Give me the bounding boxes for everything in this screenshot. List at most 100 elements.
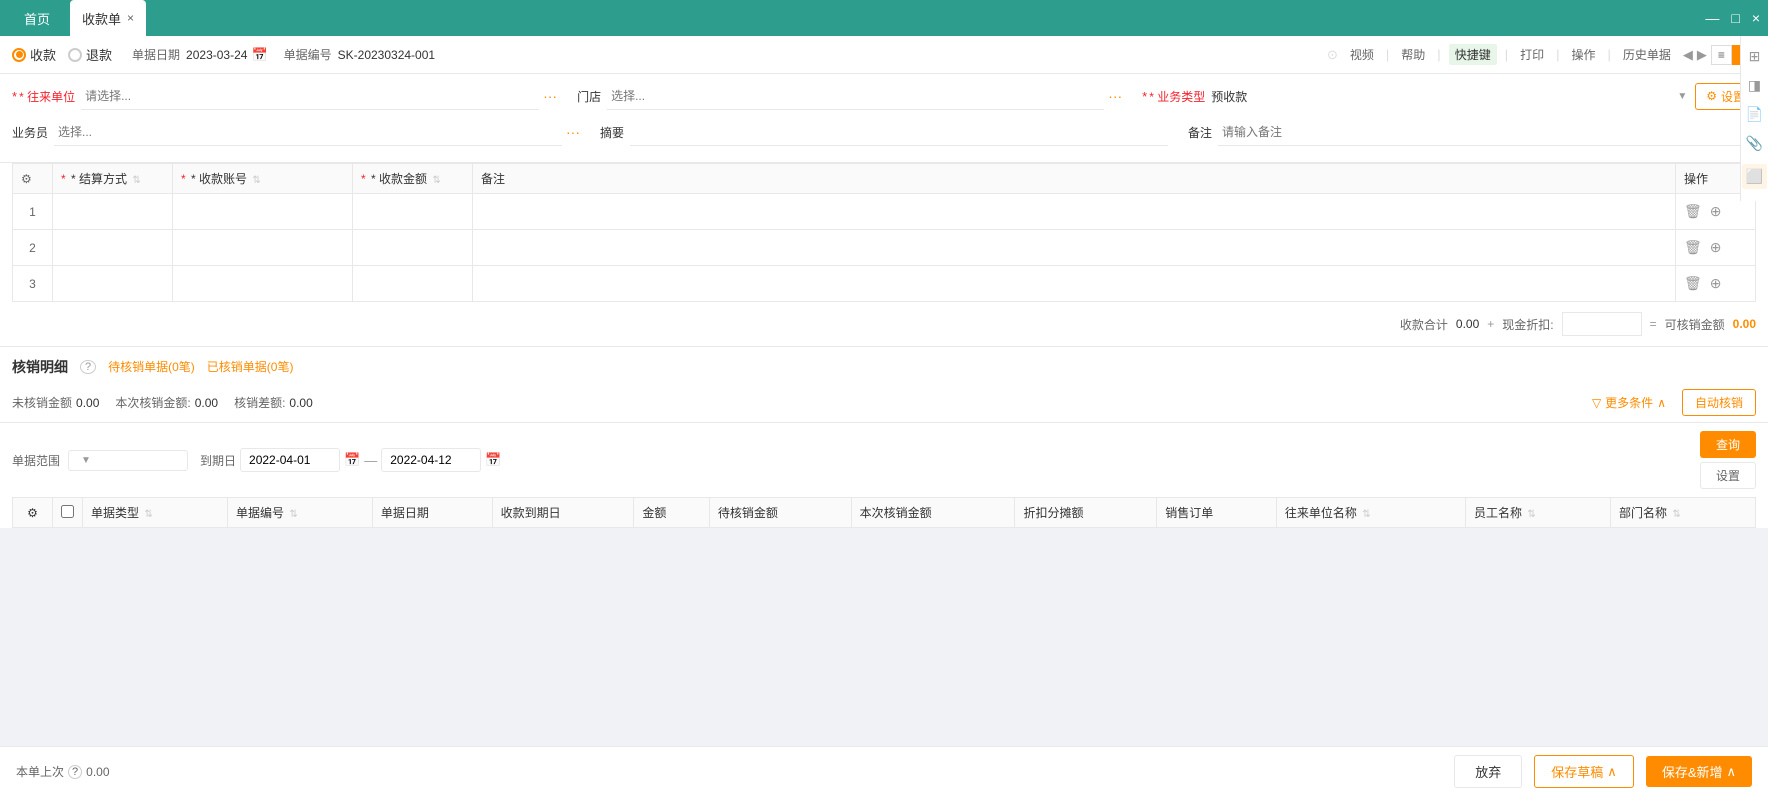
sidebar-doc-icon[interactable]: 📄: [1746, 106, 1763, 123]
layout-list-btn[interactable]: ≡: [1711, 45, 1732, 65]
row3-method[interactable]: [53, 266, 173, 302]
row3-method-input[interactable]: [53, 266, 172, 301]
discount-label: 现金折扣:: [1502, 316, 1553, 333]
row2-ops: 🗑 ⊕: [1676, 230, 1756, 266]
history-link[interactable]: 历史单据: [1619, 46, 1675, 63]
th-amount: * * 收款金额 ⇅: [353, 164, 473, 194]
row1-remark[interactable]: [473, 194, 1676, 230]
row2-copy-icon[interactable]: ⊕: [1710, 239, 1722, 256]
calendar-icon[interactable]: 📅: [251, 47, 267, 63]
row3-account-input[interactable]: [173, 266, 352, 301]
remark-input[interactable]: [1218, 118, 1756, 146]
th-check[interactable]: ⚙: [13, 498, 53, 528]
nav-next[interactable]: ▶: [1697, 47, 1707, 63]
row2-account[interactable]: [173, 230, 353, 266]
row3-account[interactable]: [173, 266, 353, 302]
radio-receive[interactable]: 收款: [12, 45, 56, 64]
row2-amount-input[interactable]: [353, 230, 472, 265]
biztype-value: 预收款: [1211, 88, 1673, 105]
done-tab[interactable]: 已核销单据(0笔): [207, 358, 294, 376]
discount-input[interactable]: [1562, 312, 1642, 336]
save-new-arrow-icon: ∧: [1726, 764, 1736, 780]
row1-copy-icon[interactable]: ⊕: [1710, 203, 1722, 220]
abandon-button[interactable]: 放弃: [1454, 755, 1522, 788]
save-draft-button[interactable]: 保存草稿 ∧: [1534, 755, 1634, 788]
uncleared-value: 0.00: [76, 396, 99, 410]
row2-account-input[interactable]: [173, 230, 352, 265]
sidebar-clip-icon[interactable]: 📎: [1746, 135, 1763, 152]
writeoff-help-icon[interactable]: ?: [80, 360, 96, 374]
row2-remark-input[interactable]: [473, 230, 1675, 265]
col-account-label: * 收款账号: [191, 172, 247, 186]
row3-delete-icon[interactable]: 🗑: [1684, 275, 1702, 292]
sidebar-table-icon[interactable]: ⊞: [1749, 48, 1761, 65]
row2-amount[interactable]: [353, 230, 473, 266]
store-input[interactable]: [607, 82, 1104, 110]
tab-current[interactable]: 收款单 ×: [70, 0, 146, 36]
row2-remark[interactable]: [473, 230, 1676, 266]
row2-method-input[interactable]: [53, 230, 172, 265]
row3-remark[interactable]: [473, 266, 1676, 302]
cal-start-icon[interactable]: 📅: [344, 452, 360, 468]
counterpart-input[interactable]: [81, 82, 539, 110]
carry-help-icon[interactable]: ?: [68, 765, 82, 779]
more-conditions-btn[interactable]: ▽ 更多条件 ∧: [1592, 394, 1666, 411]
row2-delete-icon[interactable]: 🗑: [1684, 239, 1702, 256]
ops-link[interactable]: 操作: [1568, 46, 1600, 63]
row1-account[interactable]: [173, 194, 353, 230]
th-gear[interactable]: ⚙: [13, 164, 53, 194]
minimize-button[interactable]: —: [1705, 10, 1719, 26]
video-link[interactable]: 视频: [1346, 46, 1378, 63]
row1-method[interactable]: [53, 194, 173, 230]
tab-close-icon[interactable]: ×: [127, 11, 134, 25]
th-checkbox-col[interactable]: [53, 498, 83, 528]
col-discount-label: 折扣分摊额: [1023, 506, 1083, 520]
pending-tab[interactable]: 待核销单据(0笔): [108, 358, 195, 376]
print-link[interactable]: 打印: [1516, 46, 1548, 63]
staff-label: 业务员: [12, 124, 48, 141]
counterpart-more-btn[interactable]: ···: [543, 88, 557, 104]
row1-method-input[interactable]: [53, 194, 172, 229]
filter-row: 未核销金额 0.00 本次核销金额: 0.00 核销差额: 0.00 ▽ 更多条…: [0, 383, 1768, 422]
sidebar-active-icon[interactable]: ⬜: [1742, 164, 1767, 189]
store-more-btn[interactable]: ···: [1108, 88, 1122, 104]
row3-amount[interactable]: [353, 266, 473, 302]
row1-account-input[interactable]: [173, 194, 352, 229]
maximize-button[interactable]: □: [1731, 10, 1739, 26]
row2-method[interactable]: [53, 230, 173, 266]
save-new-button[interactable]: 保存&新增 ∧: [1646, 756, 1752, 787]
search-settings-button[interactable]: 设置: [1700, 462, 1756, 489]
cal-end-icon[interactable]: 📅: [485, 452, 501, 468]
biztype-label: * 业务类型: [1149, 88, 1205, 105]
tab-home[interactable]: 首页: [8, 0, 66, 36]
row1-amount[interactable]: [353, 194, 473, 230]
biztype-dropdown-icon[interactable]: ▼: [1677, 91, 1687, 102]
row1-amount-input[interactable]: [353, 194, 472, 229]
radio-refund[interactable]: 退款: [68, 45, 112, 64]
row3-remark-input[interactable]: [473, 266, 1675, 301]
row1-remark-input[interactable]: [473, 194, 1675, 229]
staff-input[interactable]: [54, 118, 562, 146]
gear-icon[interactable]: ⚙: [27, 506, 38, 520]
row1-delete-icon[interactable]: 🗑: [1684, 203, 1702, 220]
row3-copy-icon[interactable]: ⊕: [1710, 275, 1722, 292]
row3-amount-input[interactable]: [353, 266, 472, 301]
date-end-input[interactable]: [381, 448, 481, 472]
auto-clear-button[interactable]: 自动核销: [1682, 389, 1756, 416]
range-select[interactable]: ▼: [68, 450, 188, 471]
col-current-label: 本次核销金额: [860, 506, 932, 520]
staff-more-btn[interactable]: ···: [566, 124, 580, 140]
shortcut-link[interactable]: 快捷键: [1449, 44, 1497, 65]
summary-input[interactable]: [630, 118, 1168, 146]
select-all-checkbox[interactable]: [61, 505, 74, 518]
date-start-input[interactable]: [240, 448, 340, 472]
close-button[interactable]: ×: [1752, 10, 1760, 26]
query-button[interactable]: 查询: [1700, 431, 1756, 458]
bottom-table-wrapper: ⚙ 单据类型 ⇅ 单据编号 ⇅: [0, 497, 1768, 528]
sidebar-layout-icon[interactable]: ◨: [1748, 77, 1761, 94]
help-label: 帮助: [1401, 46, 1425, 63]
help-link[interactable]: 帮助: [1397, 46, 1429, 63]
carry-label: 本单上次: [16, 763, 64, 780]
nav-prev[interactable]: ◀: [1683, 47, 1693, 63]
col-date-label: 单据日期: [381, 506, 429, 520]
